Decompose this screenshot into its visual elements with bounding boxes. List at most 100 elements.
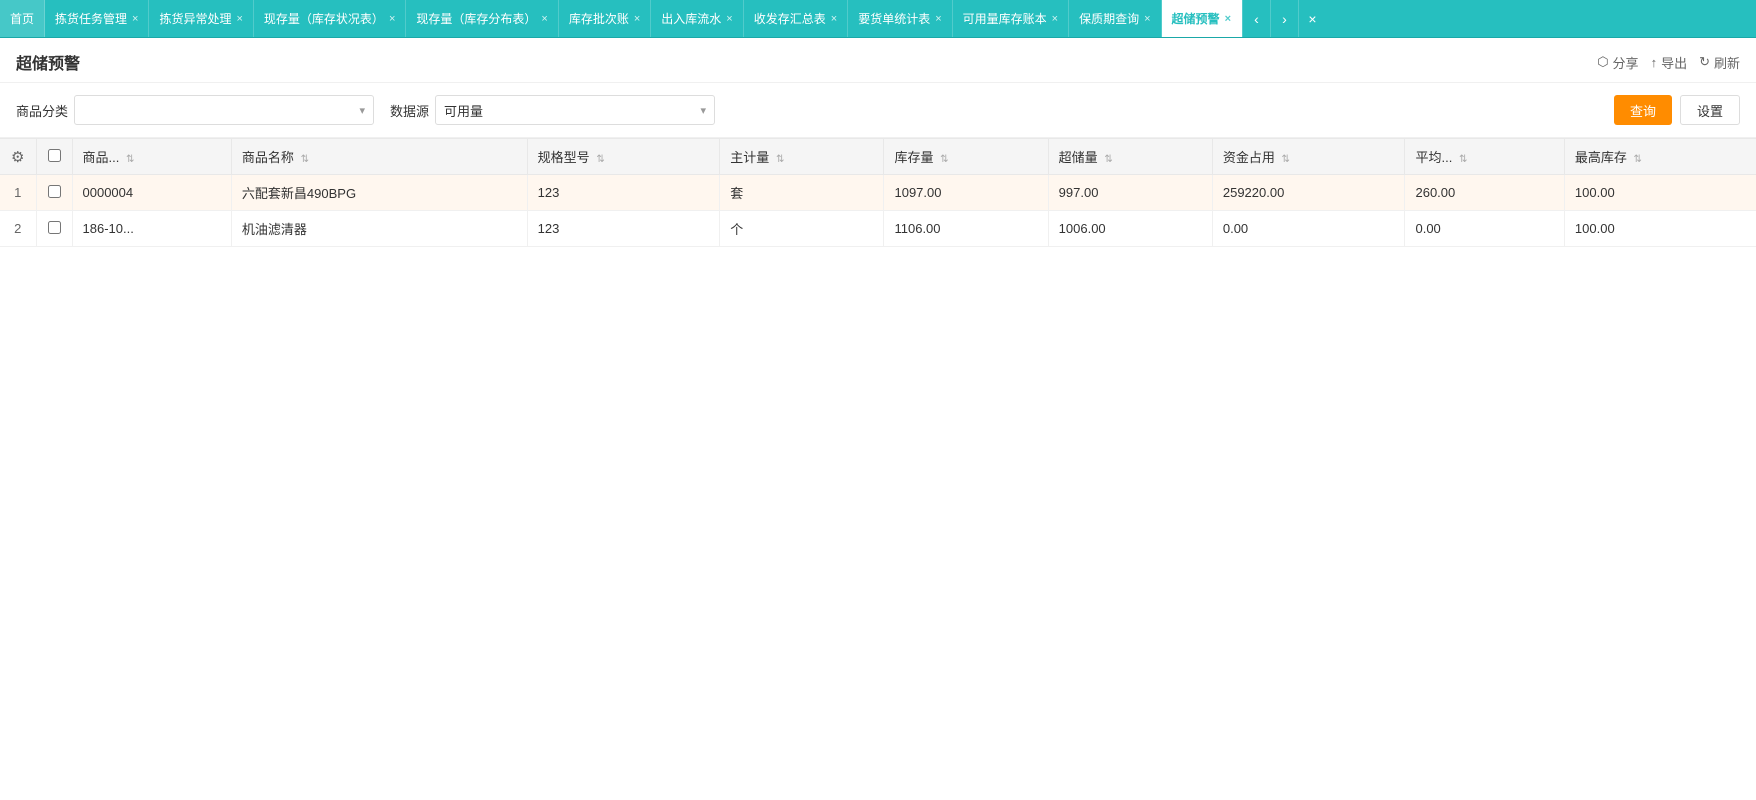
nav-tab-4[interactable]: 现存量（库存分布表） × [406, 0, 558, 38]
sort-icon-stock: ⇅ [940, 154, 948, 165]
gear-icon[interactable]: ⚙ [11, 149, 24, 166]
nav-next-arrow[interactable]: › [1270, 0, 1298, 38]
row-num: 2 [0, 211, 36, 247]
nav-tab-6-close[interactable]: × [726, 13, 732, 25]
row-product-name: 六配套新昌490BPG [231, 175, 527, 211]
category-select[interactable]: ▾ [74, 95, 374, 125]
table-container: ⚙ 商品... ⇅ 商品名称 ⇅ 规格型号 ⇅ [0, 138, 1756, 247]
nav-tab-8-close[interactable]: × [935, 13, 941, 25]
datasource-chevron-icon: ▾ [701, 104, 707, 117]
nav-tab-5-label: 库存批次账 [569, 10, 629, 27]
export-label: 导出 [1661, 53, 1687, 72]
row-product-name: 机油滤清器 [231, 211, 527, 247]
select-all-checkbox[interactable] [48, 149, 61, 162]
row-num: 1 [0, 175, 36, 211]
row-unit: 个 [720, 211, 884, 247]
nav-tab-6[interactable]: 出入库流水 × [651, 0, 743, 38]
table-row: 2 186-10... 机油滤清器 123 个 1106.00 1006.00 … [0, 211, 1756, 247]
settings-button[interactable]: 设置 [1680, 95, 1740, 125]
row-avg: 0.00 [1405, 211, 1564, 247]
page-header: 超储预警 ⬡ 分享 ↑ 导出 ↻ 刷新 [0, 38, 1756, 83]
col-settings: ⚙ [0, 139, 36, 175]
col-overstock[interactable]: 超储量 ⇅ [1048, 139, 1212, 175]
nav-tab-10[interactable]: 保质期查询 × [1069, 0, 1161, 38]
col-spec[interactable]: 规格型号 ⇅ [527, 139, 720, 175]
nav-tab-7-label: 收发存汇总表 [754, 10, 826, 27]
nav-tab-2[interactable]: 拣货异常处理 × [149, 0, 253, 38]
export-button[interactable]: ↑ 导出 [1651, 53, 1688, 72]
nav-tab-9[interactable]: 可用量库存账本 × [953, 0, 1069, 38]
row-checkbox-cell [36, 211, 72, 247]
nav-tab-3-close[interactable]: × [389, 13, 395, 25]
nav-tab-4-label: 现存量（库存分布表） [416, 10, 536, 27]
row-spec: 123 [527, 175, 720, 211]
nav-tab-11-close[interactable]: × [1225, 13, 1231, 25]
header-actions: ⬡ 分享 ↑ 导出 ↻ 刷新 [1597, 53, 1740, 72]
row-checkbox[interactable] [48, 185, 61, 198]
row-checkbox[interactable] [48, 221, 61, 234]
col-capital[interactable]: 资金占用 ⇅ [1212, 139, 1405, 175]
datasource-filter: 数据源 可用量 ▾ [390, 95, 715, 125]
table-row: 1 0000004 六配套新昌490BPG 123 套 1097.00 997.… [0, 175, 1756, 211]
nav-tab-11[interactable]: 超储预警 × [1162, 0, 1242, 38]
nav-tab-1[interactable]: 拣货任务管理 × [45, 0, 149, 38]
row-overstock: 997.00 [1048, 175, 1212, 211]
sort-icon-unit: ⇅ [776, 154, 784, 165]
col-unit[interactable]: 主计量 ⇅ [720, 139, 884, 175]
category-label: 商品分类 [16, 101, 68, 120]
datasource-value: 可用量 [444, 101, 483, 120]
sort-icon-product-code: ⇅ [126, 154, 134, 165]
row-product-code: 186-10... [72, 211, 231, 247]
row-checkbox-cell [36, 175, 72, 211]
col-avg[interactable]: 平均... ⇅ [1405, 139, 1564, 175]
nav-tab-11-label: 超储预警 [1172, 10, 1220, 27]
chevron-down-icon: ▾ [359, 104, 365, 117]
nav-tab-5-close[interactable]: × [634, 13, 640, 25]
page-title: 超储预警 [16, 50, 80, 74]
col-checkbox [36, 139, 72, 175]
refresh-button[interactable]: ↻ 刷新 [1699, 53, 1740, 72]
col-stock[interactable]: 库存量 ⇅ [884, 139, 1048, 175]
nav-tab-home[interactable]: 首页 [0, 0, 45, 38]
row-max-stock: 100.00 [1564, 211, 1756, 247]
nav-tab-9-label: 可用量库存账本 [963, 10, 1047, 27]
row-overstock: 1006.00 [1048, 211, 1212, 247]
query-button[interactable]: 查询 [1614, 95, 1672, 125]
nav-tab-3-label: 现存量（库存状况表） [264, 10, 384, 27]
row-max-stock: 100.00 [1564, 175, 1756, 211]
col-max-stock[interactable]: 最高库存 ⇅ [1564, 139, 1756, 175]
nav-tab-7[interactable]: 收发存汇总表 × [744, 0, 848, 38]
filter-bar: 商品分类 ▾ 数据源 可用量 ▾ 查询 设置 [0, 83, 1756, 138]
col-product-code[interactable]: 商品... ⇅ [72, 139, 231, 175]
row-avg: 260.00 [1405, 175, 1564, 211]
nav-prev-arrow[interactable]: ‹ [1242, 0, 1270, 38]
nav-tab-9-close[interactable]: × [1052, 13, 1058, 25]
datasource-select[interactable]: 可用量 ▾ [435, 95, 715, 125]
page-content: 超储预警 ⬡ 分享 ↑ 导出 ↻ 刷新 商品分类 ▾ 数据源 [0, 38, 1756, 800]
datasource-label: 数据源 [390, 101, 429, 120]
share-icon: ⬡ [1597, 54, 1608, 70]
export-icon: ↑ [1651, 55, 1658, 70]
nav-tab-3[interactable]: 现存量（库存状况表） × [254, 0, 406, 38]
nav-tab-8[interactable]: 要货单统计表 × [848, 0, 952, 38]
sort-icon-product-name: ⇅ [301, 154, 309, 165]
refresh-label: 刷新 [1714, 53, 1740, 72]
sort-icon-max-stock: ⇅ [1634, 154, 1642, 165]
nav-tab-4-close[interactable]: × [541, 13, 547, 25]
row-spec: 123 [527, 211, 720, 247]
category-filter: 商品分类 ▾ [16, 95, 374, 125]
nav-tab-2-label: 拣货异常处理 [159, 10, 231, 27]
refresh-icon: ↻ [1699, 54, 1710, 70]
nav-tab-10-close[interactable]: × [1144, 13, 1150, 25]
row-stock: 1097.00 [884, 175, 1048, 211]
nav-tab-2-close[interactable]: × [236, 13, 242, 25]
nav-tab-1-label: 拣货任务管理 [55, 10, 127, 27]
col-product-name[interactable]: 商品名称 ⇅ [231, 139, 527, 175]
nav-tab-5[interactable]: 库存批次账 × [559, 0, 651, 38]
share-button[interactable]: ⬡ 分享 [1597, 53, 1638, 72]
table-body: 1 0000004 六配套新昌490BPG 123 套 1097.00 997.… [0, 175, 1756, 247]
nav-tab-1-close[interactable]: × [132, 13, 138, 25]
nav-more-arrow[interactable]: × [1298, 0, 1326, 38]
nav-tab-7-close[interactable]: × [831, 13, 837, 25]
table-header-row: ⚙ 商品... ⇅ 商品名称 ⇅ 规格型号 ⇅ [0, 139, 1756, 175]
